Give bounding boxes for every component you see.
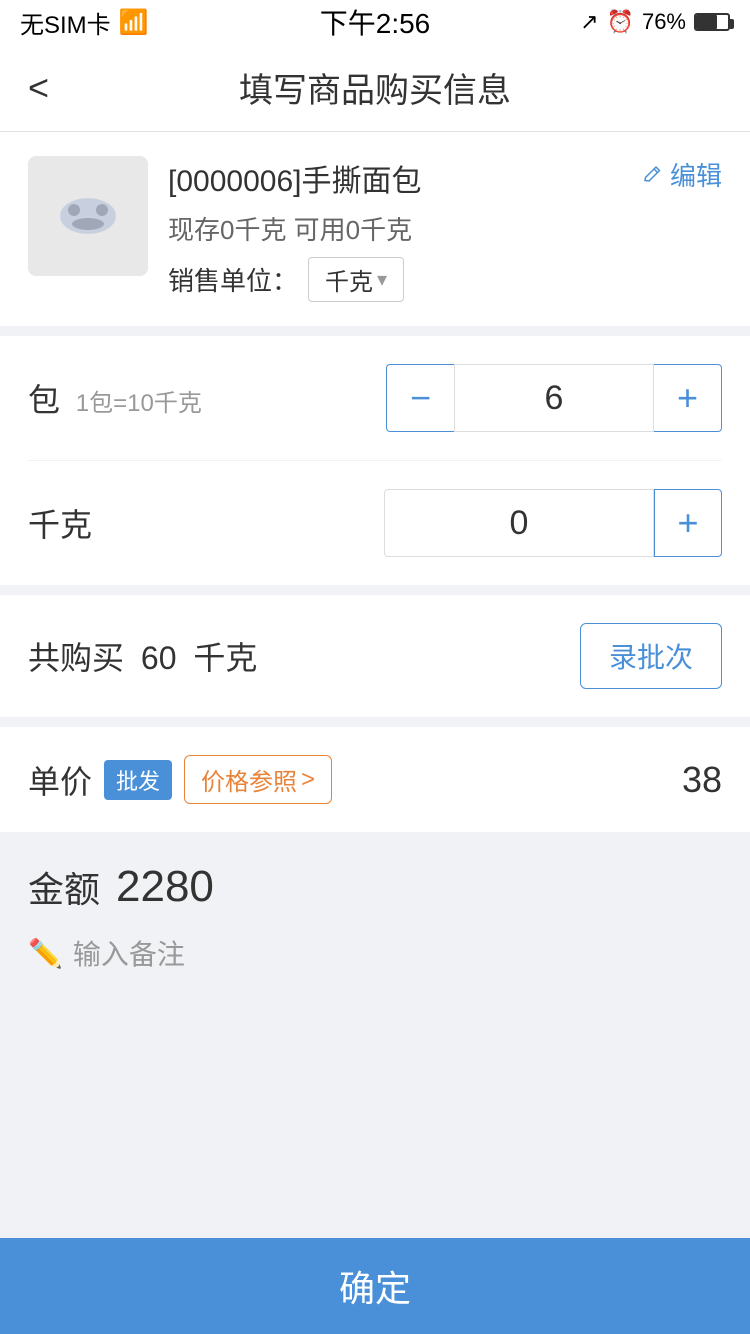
total-text: 共购买 60 千克	[28, 633, 257, 679]
status-time: 下午2:56	[320, 2, 431, 42]
page-title: 填写商品购买信息	[239, 63, 511, 112]
package-hint: 1包=10千克	[76, 390, 202, 417]
pencil-icon: ✏️	[28, 937, 63, 970]
wifi-icon: 📶	[119, 8, 149, 37]
package-label-group: 包 1包=10千克	[28, 375, 202, 421]
edit-button[interactable]: 编辑	[642, 156, 722, 193]
kg-input[interactable]	[384, 489, 654, 557]
confirm-button[interactable]: 确定	[0, 1238, 750, 1334]
price-label: 单价	[28, 757, 92, 803]
amount-row: 金额 2280	[28, 861, 722, 933]
total-section: 共购买 60 千克 录批次	[0, 585, 750, 727]
price-ref-arrow: >	[301, 766, 315, 794]
status-bar: 无SIM卡 📶 下午2:56 ↗ ⏰ 76%	[0, 0, 750, 44]
price-ref-button[interactable]: 价格参照 >	[184, 755, 332, 804]
price-value: 38	[682, 759, 722, 801]
location-icon: ↗	[580, 9, 598, 35]
price-left: 单价 批发 价格参照 >	[28, 755, 332, 804]
note-placeholder: 输入备注	[73, 933, 185, 973]
product-info: [0000006]手撕面包 现存0千克 可用0千克 销售单位： 千克 ▾	[168, 156, 722, 302]
package-controls: − +	[386, 364, 722, 432]
price-section: 单价 批发 价格参照 > 38	[0, 727, 750, 833]
product-unit-row: 销售单位： 千克 ▾	[168, 257, 722, 302]
status-left: 无SIM卡 📶	[20, 5, 149, 40]
carrier-text: 无SIM卡	[20, 5, 111, 40]
total-unit: 千克	[193, 640, 257, 676]
amount-label: 金额	[28, 861, 100, 913]
nav-bar: < 填写商品购买信息	[0, 44, 750, 132]
package-label: 包	[28, 382, 60, 418]
battery-icon	[694, 13, 730, 31]
package-plus-btn[interactable]: +	[654, 364, 722, 432]
battery-text: 76%	[642, 9, 686, 35]
amount-section: 金额 2280 ✏️ 输入备注	[0, 833, 750, 1001]
unit-label: 销售单位：	[168, 261, 298, 298]
product-image	[28, 156, 148, 276]
kg-controls: +	[384, 489, 722, 557]
kg-label: 千克	[28, 500, 92, 546]
input-section: 包 1包=10千克 − + 千克 +	[0, 336, 750, 585]
product-name: [0000006]手撕面包	[168, 156, 722, 200]
package-input-row: 包 1包=10千克 − +	[28, 336, 722, 461]
note-row[interactable]: ✏️ 输入备注	[28, 933, 722, 1001]
unit-select[interactable]: 千克 ▾	[308, 257, 404, 302]
alarm-icon: ⏰	[607, 9, 634, 35]
status-right: ↗ ⏰ 76%	[580, 9, 730, 35]
product-section: [0000006]手撕面包 现存0千克 可用0千克 销售单位： 千克 ▾ 编辑	[0, 132, 750, 336]
total-amount: 60	[141, 640, 177, 676]
package-input[interactable]	[454, 364, 654, 432]
price-ref-label: 价格参照	[201, 762, 297, 797]
amount-value: 2280	[116, 862, 214, 912]
package-minus-btn[interactable]: −	[386, 364, 454, 432]
kg-plus-btn[interactable]: +	[654, 489, 722, 557]
price-type-tag: 批发	[104, 760, 172, 800]
kg-input-row: 千克 +	[28, 461, 722, 585]
product-stock: 现存0千克 可用0千克	[168, 210, 722, 247]
batch-button[interactable]: 录批次	[580, 623, 722, 689]
back-button[interactable]: <	[28, 67, 49, 109]
